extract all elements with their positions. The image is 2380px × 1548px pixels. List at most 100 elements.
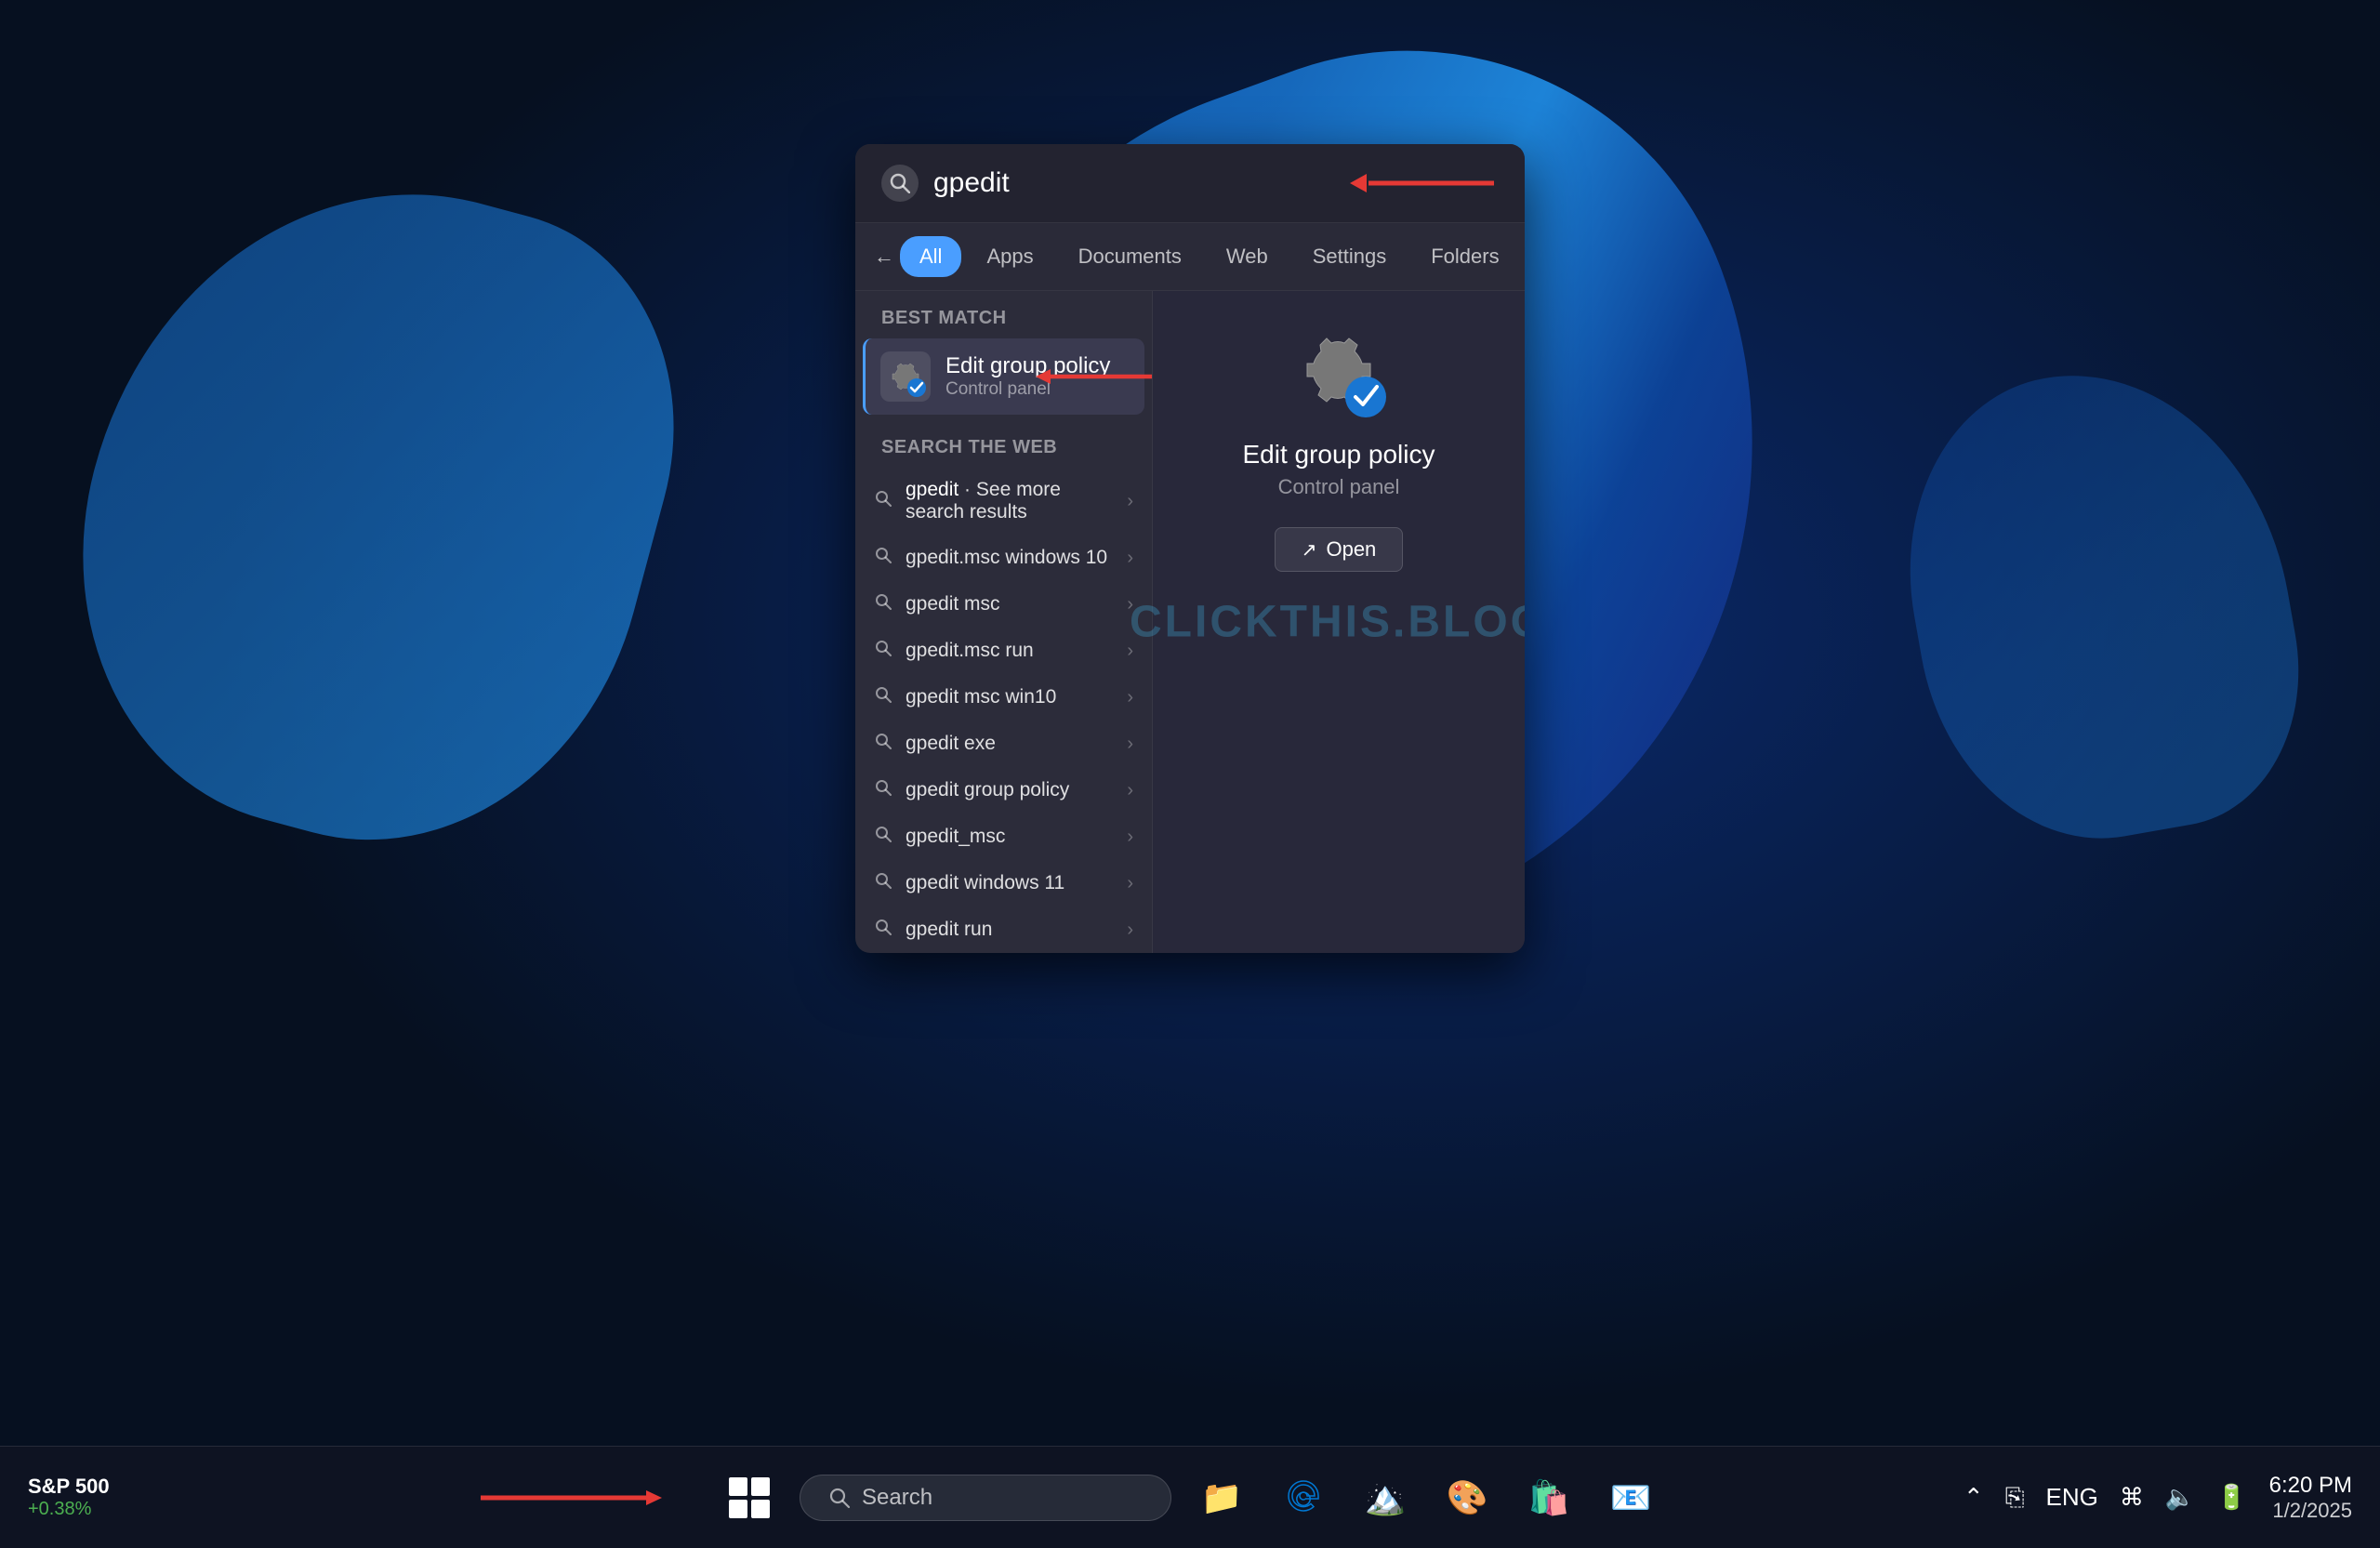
clock-date: 1/2/2025: [2269, 1499, 2352, 1523]
edge-icon: [1283, 1477, 1324, 1518]
battery-icon[interactable]: 🔋: [2213, 1479, 2250, 1515]
tab-all[interactable]: All: [900, 236, 961, 277]
search-web-icon-7: [874, 825, 892, 849]
system-icons: ⌃ ⎘ ENG ⌘ 🔈 🔋: [1960, 1479, 2251, 1516]
gear-check-icon: [885, 356, 926, 397]
lang-label[interactable]: ENG: [2043, 1479, 2102, 1515]
taskbar-copilot[interactable]: 🎨: [1435, 1466, 1499, 1529]
start-button[interactable]: [718, 1466, 781, 1529]
search-web-text-0: gpedit · See more search results: [906, 479, 1114, 523]
taskbar-left: S&P 500 +0.38%: [28, 1475, 110, 1520]
taskbar-store[interactable]: 🛍️: [1517, 1466, 1580, 1529]
search-web-item-5[interactable]: gpedit exe ›: [855, 721, 1152, 767]
taskbar-center: Search 📁 ○ 🏔️ 🎨 🛍: [718, 1466, 1662, 1529]
tab-folders[interactable]: Folders: [1411, 236, 1518, 277]
search-web-text-5: gpedit exe: [906, 733, 1114, 755]
chevron-icon-2: ›: [1127, 594, 1133, 615]
search-icon: [881, 165, 919, 202]
search-web-item-7[interactable]: gpedit_msc ›: [855, 814, 1152, 860]
chevron-icon-1: ›: [1127, 548, 1133, 569]
search-input[interactable]: [933, 167, 1335, 199]
search-left-panel: Best match: [855, 291, 1153, 953]
tab-settings[interactable]: Settings: [1293, 236, 1407, 277]
search-web-item-4[interactable]: gpedit msc win10 ›: [855, 674, 1152, 721]
best-match-header: Best match: [855, 291, 1152, 338]
desktop-swirl-accent: [1878, 343, 2325, 866]
search-web-text-9: gpedit run: [906, 919, 1114, 941]
search-web-text-7: gpedit_msc: [906, 826, 1114, 848]
open-icon: ↗: [1302, 538, 1317, 562]
taskbar-edge[interactable]: ○: [1272, 1466, 1335, 1529]
search-web-header: Search the web: [855, 420, 1152, 468]
open-label: Open: [1326, 537, 1376, 562]
tab-documents[interactable]: Documents: [1059, 236, 1201, 277]
search-web-icon-1: [874, 546, 892, 570]
desktop: ← All Apps Documents Web Settings Folder…: [0, 0, 2380, 1548]
search-web-item-8[interactable]: gpedit windows 11 ›: [855, 860, 1152, 906]
chevron-icon-5: ›: [1127, 734, 1133, 755]
network-icon[interactable]: ⎘: [2002, 1479, 2029, 1516]
chevron-icon-6: ›: [1127, 780, 1133, 801]
windows-logo: [729, 1477, 770, 1518]
search-web-text-6: gpedit group policy: [906, 779, 1114, 801]
search-panel: ← All Apps Documents Web Settings Folder…: [855, 144, 1525, 953]
search-web-item-3[interactable]: gpedit.msc run ›: [855, 628, 1152, 674]
chevron-icon-4: ›: [1127, 687, 1133, 708]
taskbar-search[interactable]: Search: [800, 1475, 1171, 1521]
search-web-icon-2: [874, 592, 892, 616]
chevron-icon-3: ›: [1127, 641, 1133, 662]
filter-tabs: ← All Apps Documents Web Settings Folder…: [855, 223, 1525, 291]
right-app-subtitle: Control panel: [1278, 475, 1400, 499]
taskbar-outlook[interactable]: 📧: [1599, 1466, 1662, 1529]
tab-web[interactable]: Web: [1207, 236, 1288, 277]
search-web-icon-4: [874, 685, 892, 709]
back-button[interactable]: ←: [874, 236, 894, 277]
search-web-icon-0: [874, 489, 892, 513]
clock-time: 6:20 PM: [2269, 1473, 2352, 1499]
taskbar-right: ⌃ ⎘ ENG ⌘ 🔈 🔋 6:20 PM 1/2/2025: [1960, 1473, 2352, 1523]
search-web-item-1[interactable]: gpedit.msc windows 10 ›: [855, 535, 1152, 581]
search-web-text-4: gpedit msc win10: [906, 686, 1114, 708]
right-app-title: Edit group policy: [1242, 440, 1435, 470]
clock[interactable]: 6:20 PM 1/2/2025: [2269, 1473, 2352, 1523]
search-web-item-9[interactable]: gpedit run ›: [855, 906, 1152, 953]
stock-name: S&P 500: [28, 1475, 110, 1499]
watermark: CLICKTHIS.BLOG: [1130, 597, 1525, 648]
wifi-icon[interactable]: ⌘: [2116, 1479, 2148, 1515]
taskbar-search-icon: [828, 1487, 851, 1509]
search-web-item-6[interactable]: gpedit group policy ›: [855, 767, 1152, 814]
chevron-icon-0: ›: [1127, 491, 1133, 512]
search-right-panel: Edit group policy Control panel CLICKTHI…: [1153, 291, 1525, 953]
chevron-icon-9: ›: [1127, 920, 1133, 941]
arrow-to-input: [1350, 168, 1499, 198]
search-web-icon-8: [874, 871, 892, 895]
right-app-icon: [1288, 319, 1390, 421]
taskbar-file-explorer[interactable]: 📁: [1190, 1466, 1253, 1529]
taskbar-photos[interactable]: 🏔️: [1354, 1466, 1417, 1529]
open-button[interactable]: ↗ Open: [1275, 527, 1404, 572]
search-web-icon-6: [874, 778, 892, 802]
taskbar: S&P 500 +0.38%: [0, 1446, 2380, 1548]
stock-widget[interactable]: S&P 500 +0.38%: [28, 1475, 110, 1520]
search-content: Best match: [855, 291, 1525, 953]
search-input-area: [855, 144, 1525, 223]
chevron-up-icon[interactable]: ⌃: [1960, 1479, 1988, 1515]
chevron-icon-8: ›: [1127, 873, 1133, 894]
search-web-item-0[interactable]: gpedit · See more search results ›: [855, 468, 1152, 535]
chevron-icon-7: ›: [1127, 827, 1133, 848]
best-match-icon: [880, 351, 931, 402]
stock-change: +0.38%: [28, 1499, 110, 1520]
tab-apps[interactable]: Apps: [967, 236, 1052, 277]
arrow-to-best-match: [1036, 364, 1157, 390]
search-web-icon-9: [874, 918, 892, 942]
search-web-text-2: gpedit msc: [906, 593, 1114, 615]
search-web-text-8: gpedit windows 11: [906, 872, 1114, 894]
search-web-item-2[interactable]: gpedit msc ›: [855, 581, 1152, 628]
search-web-text-3: gpedit.msc run: [906, 640, 1114, 662]
volume-icon[interactable]: 🔈: [2162, 1479, 2199, 1515]
taskbar-search-text: Search: [862, 1485, 932, 1511]
search-web-icon-5: [874, 732, 892, 756]
search-web-icon-3: [874, 639, 892, 663]
desktop-swirl-left: [19, 125, 726, 897]
search-web-text-1: gpedit.msc windows 10: [906, 547, 1114, 569]
